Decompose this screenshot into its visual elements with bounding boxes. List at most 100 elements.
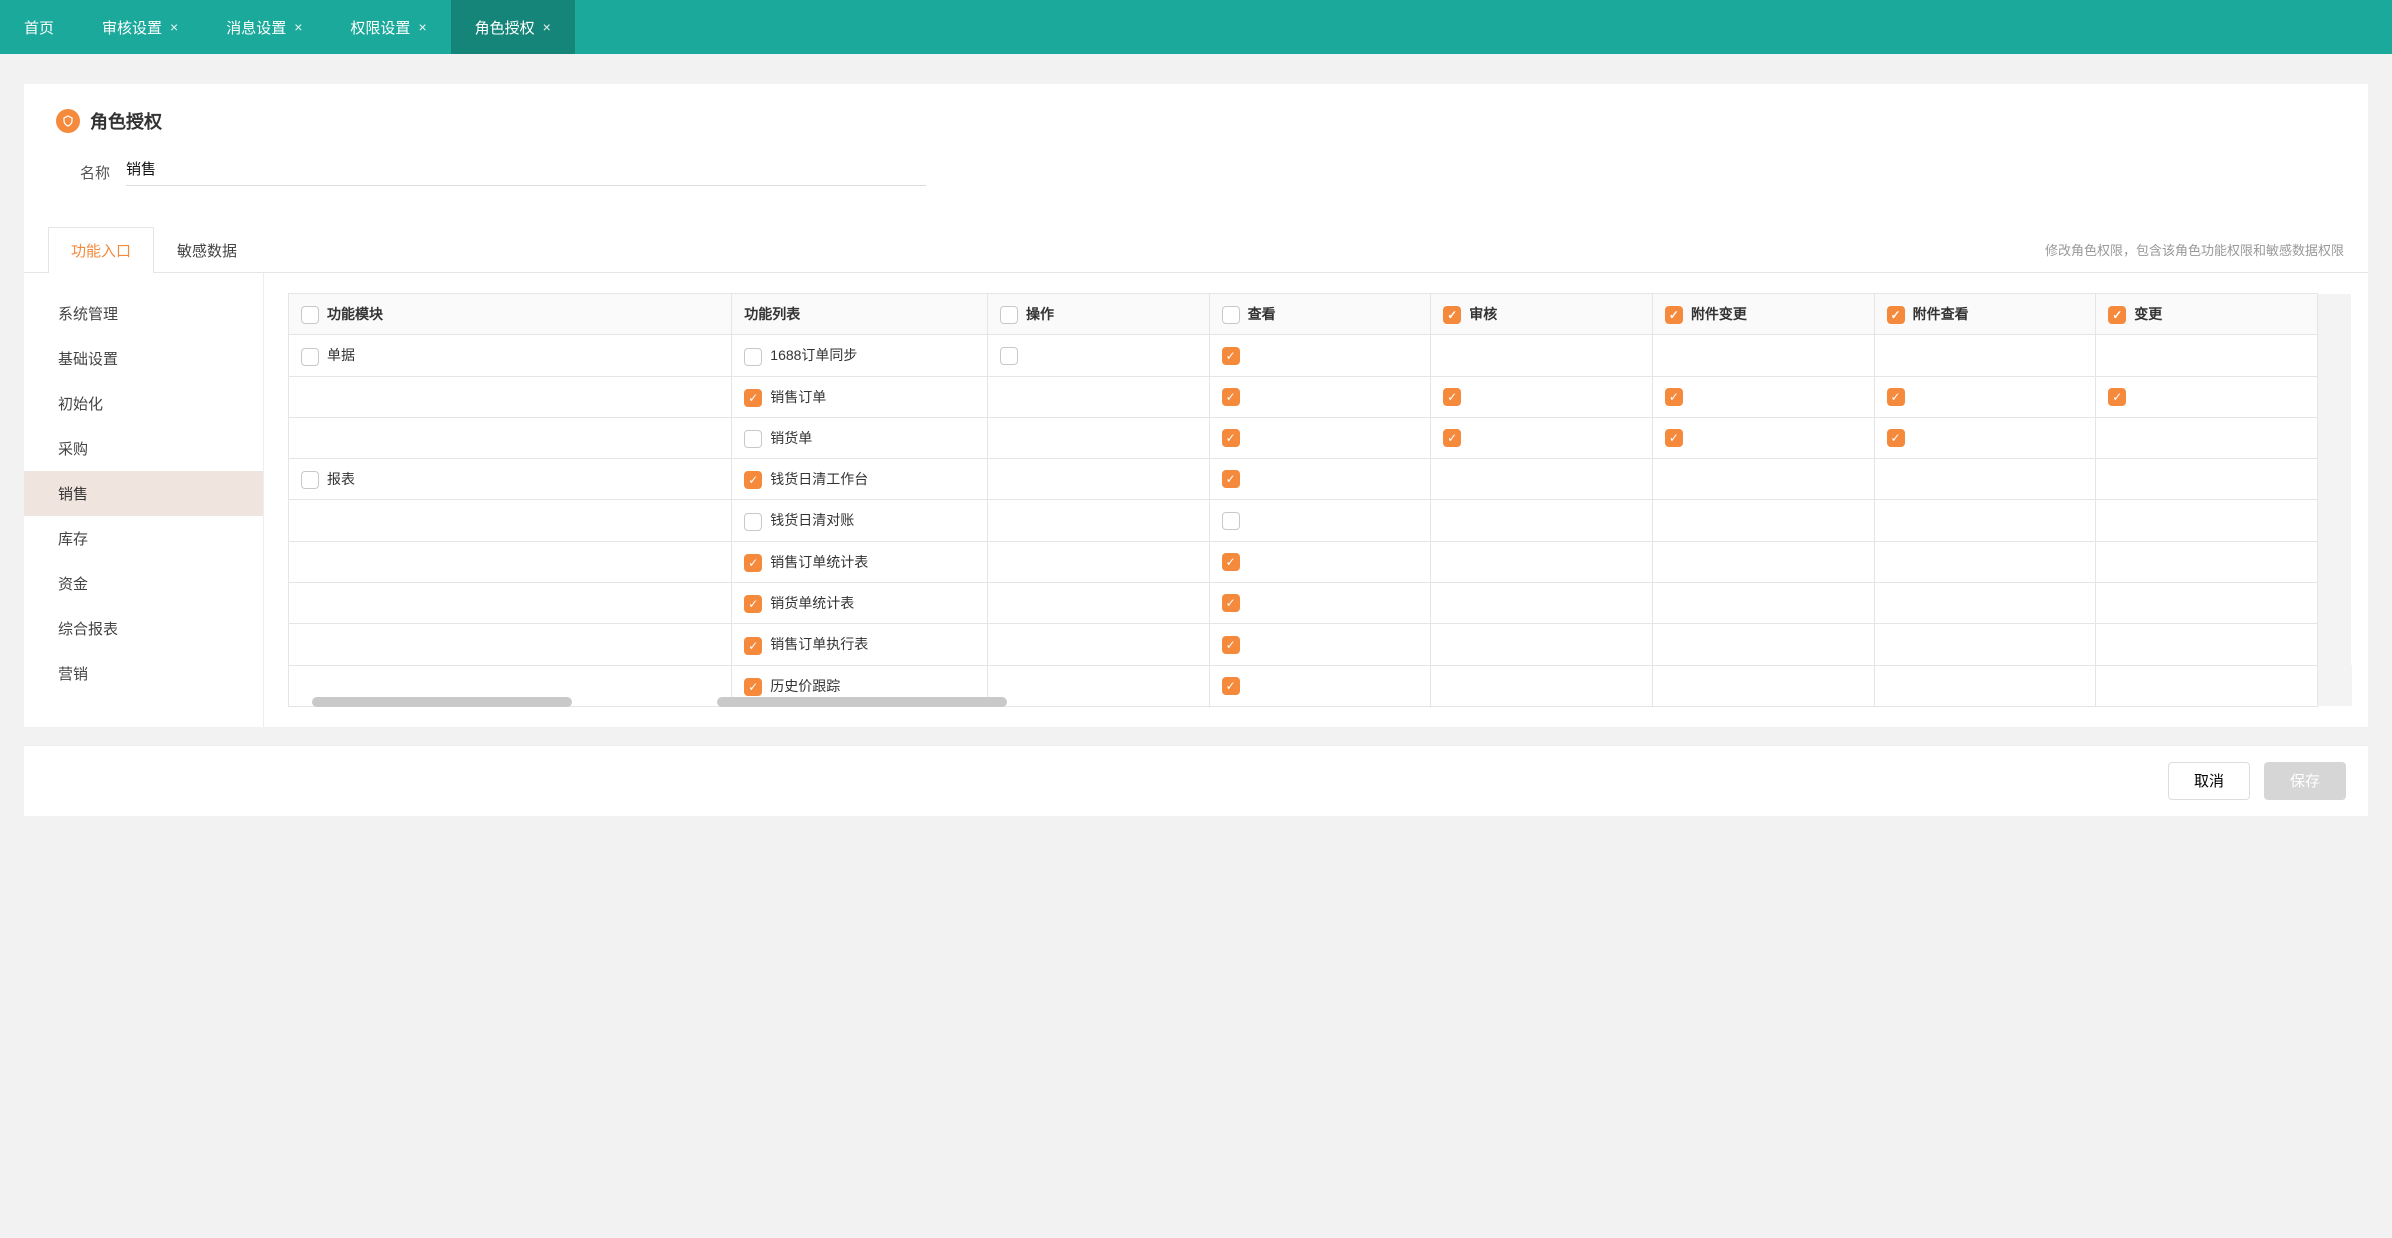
name-value[interactable]: 销售 [126, 158, 926, 186]
checkbox[interactable]: ✓ [744, 471, 762, 489]
checkbox[interactable]: ✓ [744, 637, 762, 655]
checkbox[interactable]: ✓ [1222, 553, 1240, 571]
function-label: 销售订单统计表 [770, 554, 868, 570]
sub-tab[interactable]: 功能入口 [48, 227, 154, 273]
top-tab-bar: 首页审核设置×消息设置×权限设置×角色授权× [0, 0, 2392, 54]
sidebar-item[interactable]: 系统管理 [24, 291, 263, 336]
cell-permission [988, 335, 1210, 376]
top-tab[interactable]: 审核设置 × [78, 0, 202, 54]
checkbox[interactable] [744, 348, 762, 366]
checkbox[interactable]: ✓ [1443, 388, 1461, 406]
cell-permission [1652, 583, 1874, 624]
cell-permission: ✓ [1874, 417, 2096, 458]
sidebar-item[interactable]: 采购 [24, 426, 263, 471]
sidebar-item[interactable]: 综合报表 [24, 606, 263, 651]
checkbox[interactable]: ✓ [1665, 306, 1683, 324]
checkbox[interactable]: ✓ [1222, 347, 1240, 365]
checkbox[interactable]: ✓ [1665, 388, 1683, 406]
cell-permission [988, 583, 1210, 624]
cell-function: ✓销货单统计表 [732, 583, 988, 624]
checkbox[interactable]: ✓ [1222, 429, 1240, 447]
checkbox[interactable] [1000, 306, 1018, 324]
save-button[interactable]: 保存 [2264, 762, 2346, 800]
checkbox[interactable]: ✓ [1887, 306, 1905, 324]
cell-permission [1209, 500, 1431, 541]
checkbox[interactable]: ✓ [1222, 594, 1240, 612]
v-scrollbar[interactable] [2317, 500, 2351, 541]
v-scrollbar[interactable] [2317, 294, 2351, 335]
cell-permission [2096, 417, 2318, 458]
sub-tab[interactable]: 敏感数据 [154, 227, 260, 273]
v-scrollbar[interactable] [2317, 417, 2351, 458]
v-scrollbar[interactable] [2317, 376, 2351, 417]
v-scrollbar[interactable] [2317, 541, 2351, 582]
cell-module [289, 417, 732, 458]
checkbox[interactable]: ✓ [1222, 388, 1240, 406]
checkbox[interactable] [301, 471, 319, 489]
function-label: 历史价跟踪 [770, 678, 840, 694]
v-scrollbar[interactable] [2317, 335, 2351, 376]
close-icon[interactable]: × [418, 19, 426, 35]
sub-tabs: 功能入口敏感数据 [48, 226, 260, 272]
checkbox[interactable]: ✓ [1443, 429, 1461, 447]
checkbox[interactable] [744, 430, 762, 448]
checkbox[interactable]: ✓ [1222, 470, 1240, 488]
cell-permission [1431, 500, 1653, 541]
sidebar-item[interactable]: 销售 [24, 471, 263, 516]
checkbox[interactable]: ✓ [2108, 306, 2126, 324]
close-icon[interactable]: × [294, 19, 302, 35]
v-scrollbar[interactable] [2317, 583, 2351, 624]
top-tab-label: 角色授权 [475, 17, 535, 38]
checkbox[interactable]: ✓ [744, 389, 762, 407]
column-header: ✓附件变更 [1652, 294, 1874, 335]
sidebar-item[interactable]: 营销 [24, 651, 263, 696]
checkbox[interactable]: ✓ [1665, 429, 1683, 447]
v-scrollbar[interactable] [2317, 624, 2351, 665]
top-tab[interactable]: 消息设置× [202, 0, 326, 54]
checkbox[interactable] [1000, 347, 1018, 365]
function-label: 销货单 [770, 430, 812, 446]
h-scrollbar-thumb[interactable] [312, 697, 572, 707]
checkbox[interactable] [301, 306, 319, 324]
cancel-button[interactable]: 取消 [2168, 762, 2250, 800]
close-icon[interactable]: × [543, 19, 551, 35]
cell-permission: ✓ [1209, 624, 1431, 665]
sidebar: 系统管理基础设置初始化采购销售库存资金综合报表营销 [24, 273, 264, 727]
top-tab[interactable]: 首页 [0, 0, 78, 54]
top-tab[interactable]: 角色授权 × [451, 0, 575, 54]
checkbox[interactable]: ✓ [1887, 388, 1905, 406]
top-tab[interactable]: 权限设置× [326, 0, 450, 54]
checkbox[interactable]: ✓ [744, 554, 762, 572]
sidebar-item[interactable]: 库存 [24, 516, 263, 561]
top-tab-label: 审核设置 [102, 17, 162, 38]
checkbox[interactable]: ✓ [1887, 429, 1905, 447]
sidebar-item[interactable]: 资金 [24, 561, 263, 606]
cell-permission [1652, 335, 1874, 376]
checkbox[interactable]: ✓ [1443, 306, 1461, 324]
checkbox[interactable]: ✓ [1222, 636, 1240, 654]
permissions-table-wrap[interactable]: 功能模块功能列表操作查看✓审核✓附件变更✓附件查看✓变更 单据1688订单同步✓… [264, 273, 2368, 727]
v-scrollbar[interactable] [2317, 459, 2351, 500]
cell-function: 钱货日清对账 [732, 500, 988, 541]
page-title: 角色授权 [90, 108, 162, 134]
checkbox[interactable]: ✓ [744, 678, 762, 696]
cell-function: ✓销售订单 [732, 376, 988, 417]
checkbox[interactable]: ✓ [744, 595, 762, 613]
checkbox[interactable]: ✓ [1222, 677, 1240, 695]
h-scrollbar[interactable] [312, 697, 2336, 707]
sidebar-item[interactable]: 初始化 [24, 381, 263, 426]
cell-permission [1431, 583, 1653, 624]
sidebar-item[interactable]: 基础设置 [24, 336, 263, 381]
cell-permission: ✓ [1209, 417, 1431, 458]
checkbox[interactable]: ✓ [2108, 388, 2126, 406]
close-icon[interactable]: × [170, 19, 178, 35]
cell-permission [988, 459, 1210, 500]
cell-function: 1688订单同步 [732, 335, 988, 376]
checkbox[interactable] [1222, 512, 1240, 530]
page-header: 角色授权 [24, 84, 2368, 134]
checkbox[interactable] [301, 348, 319, 366]
checkbox[interactable] [1222, 306, 1240, 324]
name-label: 名称 [80, 162, 110, 183]
checkbox[interactable] [744, 513, 762, 531]
h-scrollbar-thumb[interactable] [717, 697, 1007, 707]
